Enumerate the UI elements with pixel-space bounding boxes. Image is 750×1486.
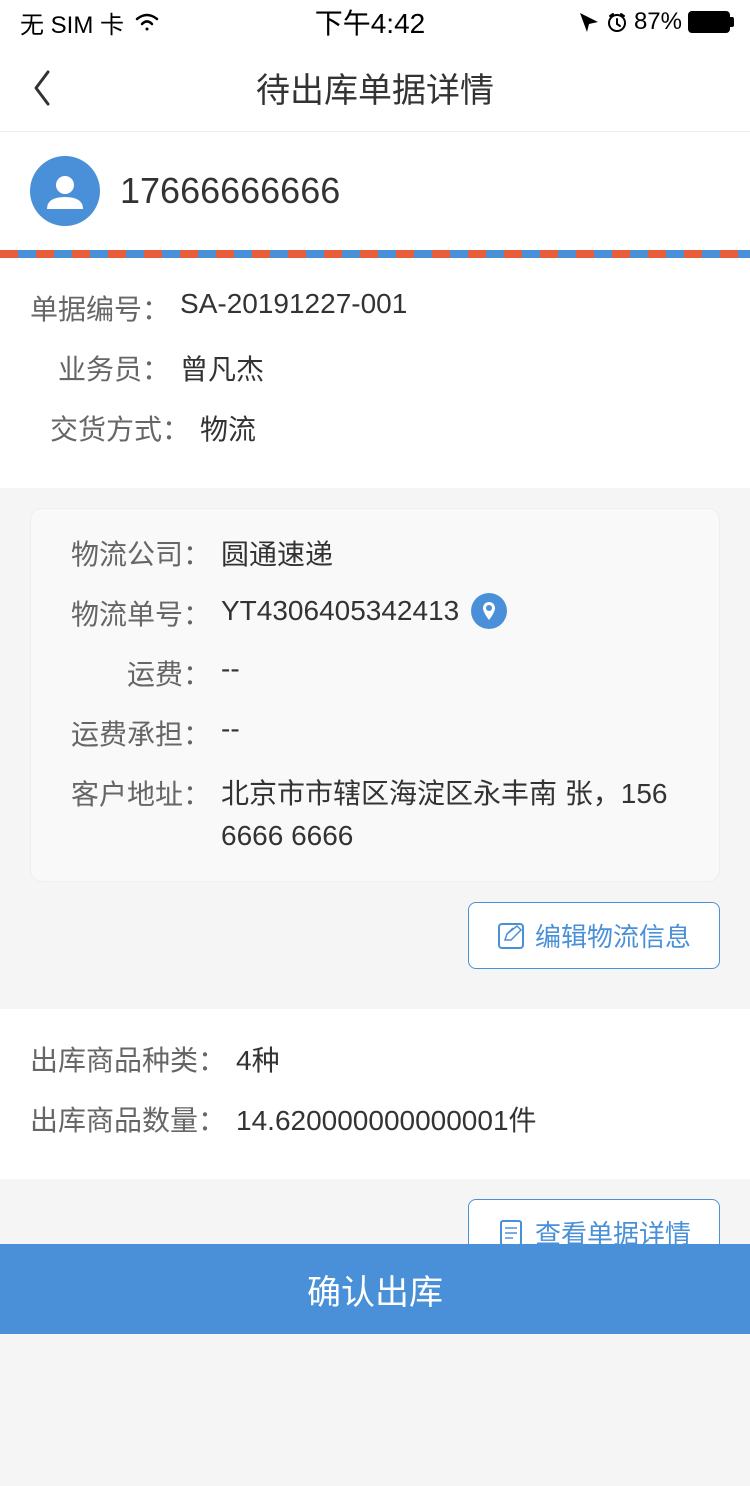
logistics-company-row: 物流公司： 圆通速递 <box>61 533 689 573</box>
page-title: 待出库单据详情 <box>256 63 494 112</box>
nav-bar: 待出库单据详情 <box>0 44 750 132</box>
delivery-label: 交货方式： <box>30 408 190 448</box>
freight-value: -- <box>221 653 689 685</box>
salesman-value: 曾凡杰 <box>180 348 720 388</box>
carrier-text: 无 SIM 卡 <box>20 5 124 40</box>
battery-icon <box>688 11 730 33</box>
delivery-row: 交货方式： 物流 <box>30 408 720 448</box>
goods-types-value: 4种 <box>236 1039 280 1079</box>
customer-section: 17666666666 <box>0 132 750 250</box>
dashed-divider <box>0 250 750 258</box>
battery-text: 87% <box>634 8 682 36</box>
avatar <box>30 156 100 226</box>
map-pin-icon[interactable] <box>471 593 507 629</box>
address-row: 客户地址： 北京市市辖区海淀区永丰南 张，156 6666 6666 <box>61 773 689 857</box>
status-left: 无 SIM 卡 <box>20 5 162 40</box>
goods-types-row: 出库商品种类： 4种 <box>30 1039 720 1079</box>
freight-bearer-value: -- <box>221 713 689 745</box>
goods-quantity-value: 14.620000000000001件 <box>236 1099 537 1139</box>
status-bar: 无 SIM 卡 下午4:42 87% <box>0 0 750 44</box>
logistics-company-value: 圆通速递 <box>221 533 689 573</box>
salesman-label: 业务员： <box>30 348 170 388</box>
customer-phone: 17666666666 <box>120 170 340 212</box>
edit-btn-row: 编辑物流信息 <box>0 902 750 989</box>
location-arrow-icon <box>578 11 600 33</box>
status-time: 下午4:42 <box>315 2 426 42</box>
address-value: 北京市市辖区海淀区永丰南 张，156 6666 6666 <box>221 773 689 857</box>
document-icon <box>497 1219 525 1247</box>
alarm-icon <box>606 11 628 33</box>
wifi-icon <box>132 11 162 33</box>
freight-bearer-row: 运费承担： -- <box>61 713 689 753</box>
confirm-btn-label: 确认出库 <box>307 1265 443 1314</box>
freight-label: 运费： <box>61 653 211 693</box>
salesman-row: 业务员： 曾凡杰 <box>30 348 720 388</box>
status-right: 87% <box>578 8 730 36</box>
logistics-company-label: 物流公司： <box>61 533 211 573</box>
user-icon <box>43 169 87 213</box>
order-number-value: SA-20191227-001 <box>180 288 720 320</box>
edit-btn-label: 编辑物流信息 <box>535 917 691 954</box>
order-number-label: 单据编号： <box>30 288 170 328</box>
goods-types-label: 出库商品种类： <box>30 1039 226 1079</box>
tracking-label: 物流单号： <box>61 593 211 633</box>
order-number-row: 单据编号： SA-20191227-001 <box>30 288 720 328</box>
goods-section: 出库商品种类： 4种 出库商品数量： 14.620000000000001件 <box>0 1009 750 1179</box>
delivery-value: 物流 <box>200 408 720 448</box>
tracking-row: 物流单号： YT4306405342413 <box>61 593 689 633</box>
goods-quantity-label: 出库商品数量： <box>30 1099 226 1139</box>
back-button[interactable] <box>30 68 54 108</box>
freight-row: 运费： -- <box>61 653 689 693</box>
order-info-section: 单据编号： SA-20191227-001 业务员： 曾凡杰 交货方式： 物流 <box>0 258 750 488</box>
tracking-value: YT4306405342413 <box>221 593 689 629</box>
edit-icon <box>497 922 525 950</box>
address-label: 客户地址： <box>61 773 211 813</box>
freight-bearer-label: 运费承担： <box>61 713 211 753</box>
confirm-button[interactable]: 确认出库 <box>0 1244 750 1334</box>
section-divider <box>0 989 750 1009</box>
goods-quantity-row: 出库商品数量： 14.620000000000001件 <box>30 1099 720 1139</box>
logistics-card: 物流公司： 圆通速递 物流单号： YT4306405342413 运费： -- … <box>30 508 720 882</box>
edit-logistics-button[interactable]: 编辑物流信息 <box>468 902 720 969</box>
